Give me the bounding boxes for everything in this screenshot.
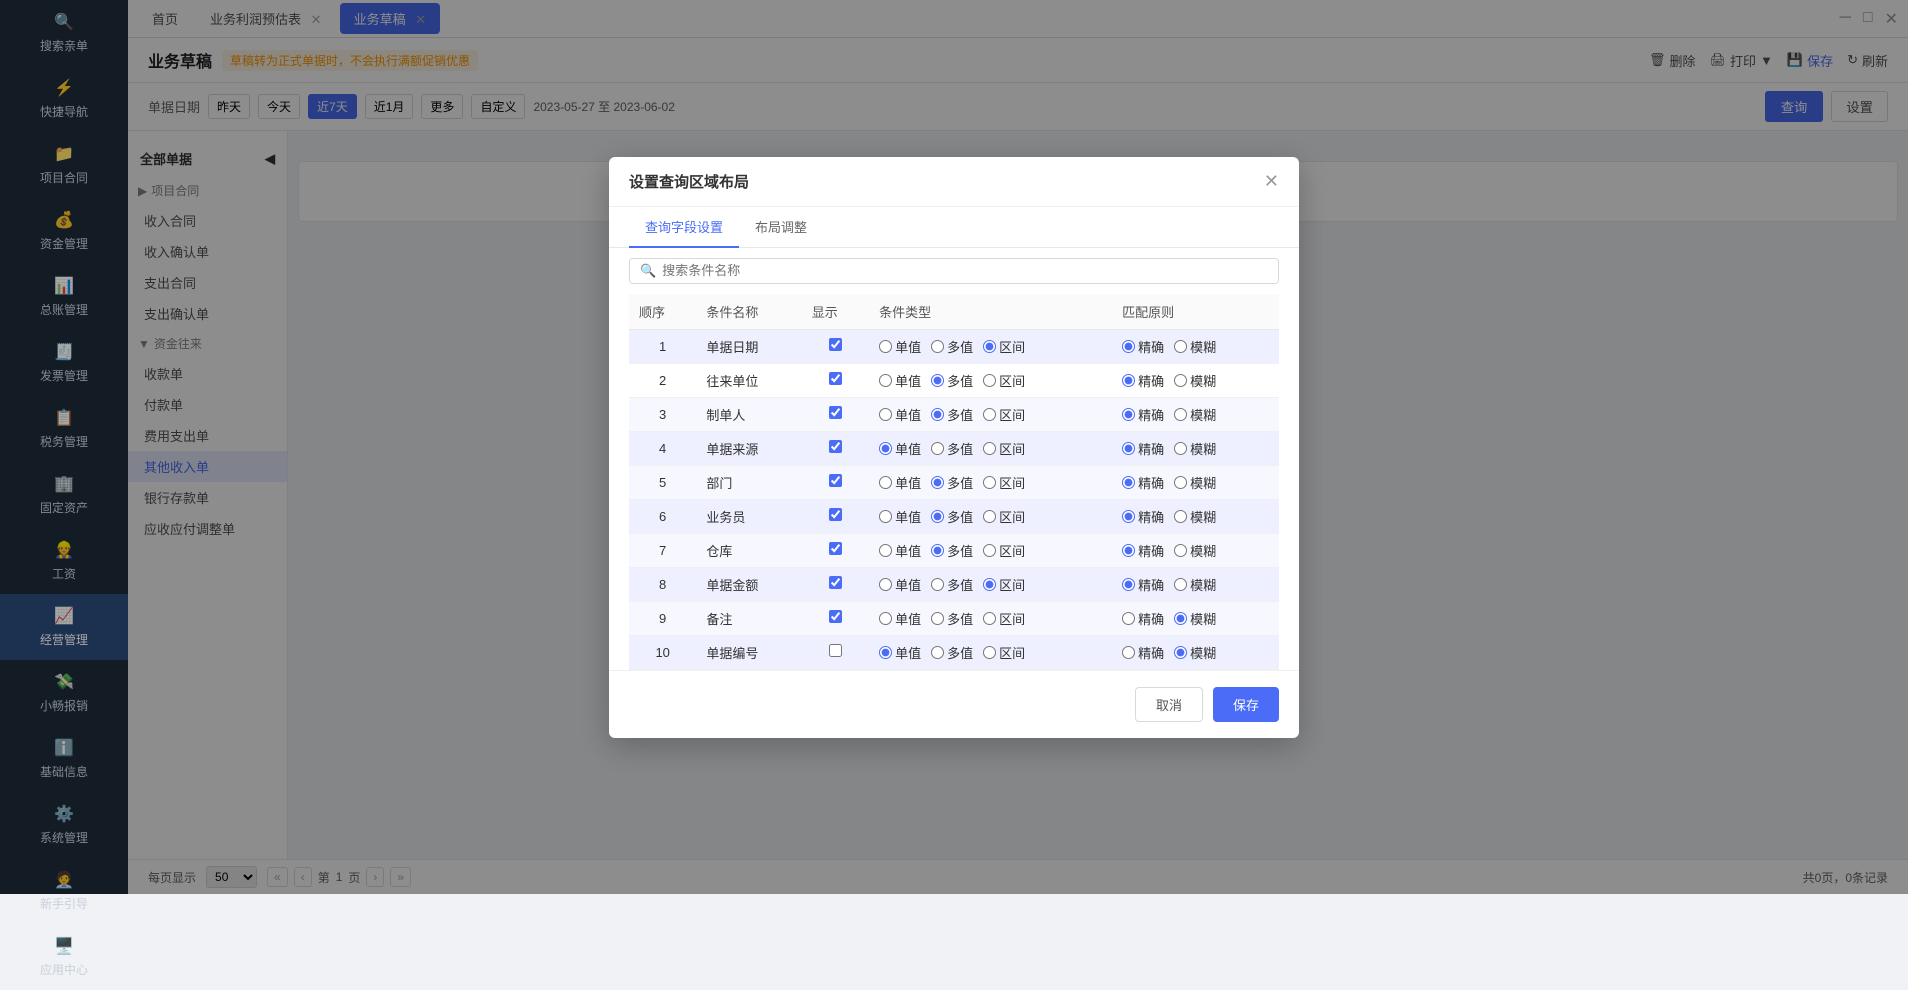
row-match: 精确模糊	[1112, 397, 1279, 431]
row-order: 10	[629, 635, 696, 669]
row-name: 业务员	[696, 499, 801, 533]
row-order: 4	[629, 431, 696, 465]
row-show[interactable]	[802, 363, 869, 397]
modal-search-area: 🔍	[609, 248, 1299, 294]
row-show[interactable]	[802, 601, 869, 635]
show-checkbox[interactable]	[829, 372, 842, 385]
row-type: 单值多值区间	[869, 465, 1112, 499]
modal-tabs: 查询字段设置 布局调整	[609, 207, 1299, 248]
row-match: 精确模糊	[1112, 329, 1279, 363]
row-order: 9	[629, 601, 696, 635]
row-name: 单据金额	[696, 567, 801, 601]
modal-title: 设置查询区域布局	[629, 171, 749, 192]
row-type: 单值多值区间	[869, 635, 1112, 669]
show-checkbox[interactable]	[829, 610, 842, 623]
row-order: 8	[629, 567, 696, 601]
show-checkbox[interactable]	[829, 576, 842, 589]
row-order: 2	[629, 363, 696, 397]
row-show[interactable]	[802, 397, 869, 431]
row-show[interactable]	[802, 533, 869, 567]
search-input[interactable]	[662, 263, 1268, 278]
sidebar-item-label: 应用中心	[40, 961, 88, 978]
monitor-icon: 🖥️	[54, 936, 74, 956]
row-type: 单值多值区间	[869, 601, 1112, 635]
row-match: 精确模糊	[1112, 499, 1279, 533]
show-checkbox[interactable]	[829, 474, 842, 487]
row-order: 5	[629, 465, 696, 499]
row-match: 精确模糊	[1112, 431, 1279, 465]
row-type: 单值多值区间	[869, 329, 1112, 363]
row-order: 1	[629, 329, 696, 363]
row-name: 单据日期	[696, 329, 801, 363]
show-checkbox[interactable]	[829, 644, 842, 657]
row-type: 单值多值区间	[869, 363, 1112, 397]
row-match: 精确模糊	[1112, 533, 1279, 567]
search-icon: 🔍	[640, 263, 656, 279]
config-table: 顺序 条件名称 显示 条件类型 匹配原则 1单据日期单值多值区间精确模糊2往来单…	[629, 294, 1279, 670]
row-show[interactable]	[802, 635, 869, 669]
modal-header: 设置查询区域布局 ✕	[609, 157, 1299, 207]
show-checkbox[interactable]	[829, 338, 842, 351]
row-type: 单值多值区间	[869, 567, 1112, 601]
row-show[interactable]	[802, 567, 869, 601]
row-name: 制单人	[696, 397, 801, 431]
row-name: 单据来源	[696, 431, 801, 465]
tab-layout-adjust[interactable]: 布局调整	[739, 207, 823, 248]
row-match: 精确模糊	[1112, 465, 1279, 499]
row-name: 仓库	[696, 533, 801, 567]
th-show: 显示	[802, 294, 869, 330]
search-input-wrap: 🔍	[629, 258, 1279, 284]
row-order: 7	[629, 533, 696, 567]
sidebar-item-label: 新手引导	[40, 895, 88, 912]
tab-query-fields[interactable]: 查询字段设置	[629, 207, 739, 248]
row-match: 精确模糊	[1112, 363, 1279, 397]
row-match: 精确模糊	[1112, 567, 1279, 601]
th-name: 条件名称	[696, 294, 801, 330]
th-type: 条件类型	[869, 294, 1112, 330]
row-match: 精确模糊	[1112, 601, 1279, 635]
show-checkbox[interactable]	[829, 406, 842, 419]
show-checkbox[interactable]	[829, 542, 842, 555]
row-type: 单值多值区间	[869, 431, 1112, 465]
row-order: 6	[629, 499, 696, 533]
row-type: 单值多值区间	[869, 533, 1112, 567]
row-type: 单值多值区间	[869, 499, 1112, 533]
row-name: 单据编号	[696, 635, 801, 669]
save-modal-button[interactable]: 保存	[1213, 687, 1279, 722]
th-order: 顺序	[629, 294, 696, 330]
row-match: 精确模糊	[1112, 635, 1279, 669]
cancel-button[interactable]: 取消	[1135, 687, 1203, 722]
modal-body: 查询字段设置 布局调整 🔍 顺序 条件名称 显示	[609, 207, 1299, 670]
row-show[interactable]	[802, 329, 869, 363]
row-show[interactable]	[802, 431, 869, 465]
row-order: 3	[629, 397, 696, 431]
modal-backdrop: 设置查询区域布局 ✕ 查询字段设置 布局调整 🔍	[0, 0, 1908, 894]
modal-close-button[interactable]: ✕	[1264, 171, 1279, 192]
row-type: 单值多值区间	[869, 397, 1112, 431]
show-checkbox[interactable]	[829, 440, 842, 453]
row-show[interactable]	[802, 465, 869, 499]
modal-footer: 取消 保存	[609, 670, 1299, 738]
th-match: 匹配原则	[1112, 294, 1279, 330]
row-show[interactable]	[802, 499, 869, 533]
show-checkbox[interactable]	[829, 508, 842, 521]
row-name: 部门	[696, 465, 801, 499]
row-name: 往来单位	[696, 363, 801, 397]
row-name: 备注	[696, 601, 801, 635]
settings-modal: 设置查询区域布局 ✕ 查询字段设置 布局调整 🔍	[609, 157, 1299, 738]
sidebar-item-appstore[interactable]: 🖥️ 应用中心	[0, 924, 128, 990]
